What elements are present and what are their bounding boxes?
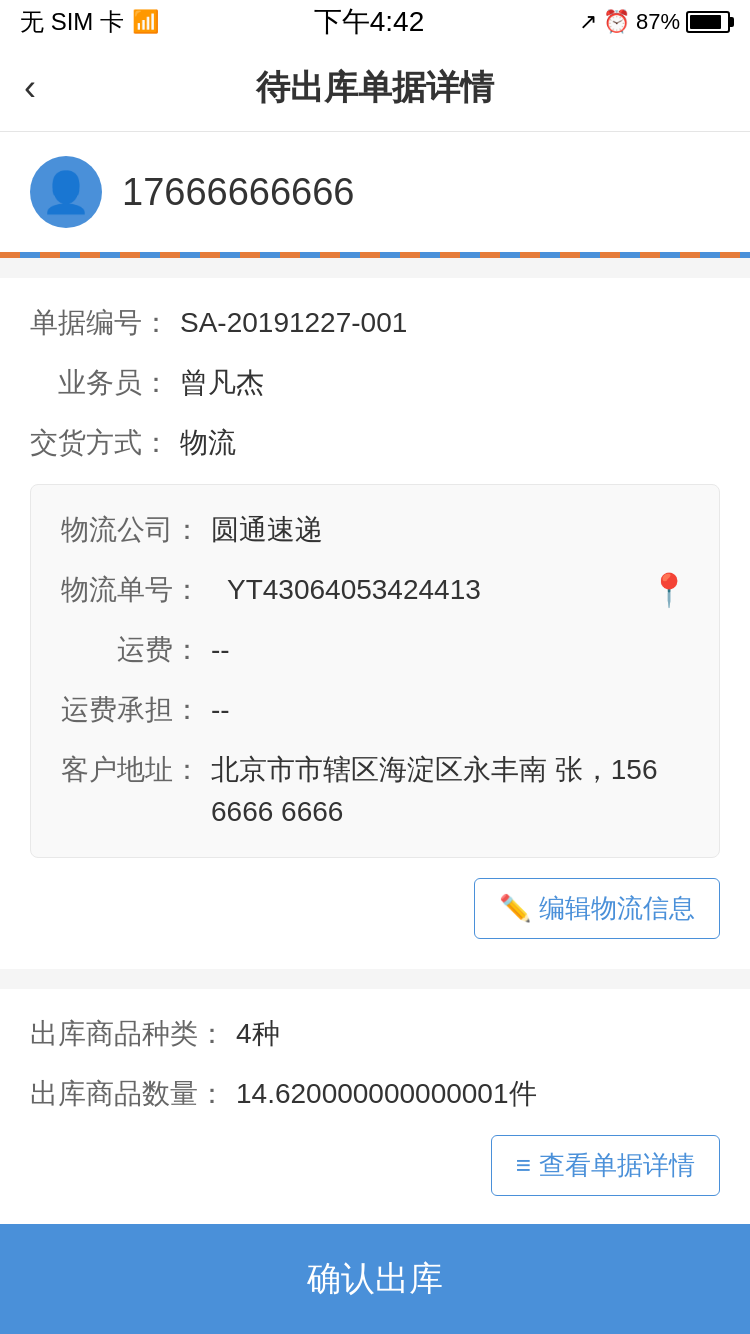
- freight-label: 运费：: [61, 629, 201, 671]
- location-pin-icon[interactable]: 📍: [649, 571, 689, 609]
- view-details-label: 查看单据详情: [539, 1148, 695, 1183]
- dashed-divider: [0, 252, 750, 258]
- status-time: 下午4:42: [314, 3, 425, 41]
- freight-bear-row: 运费承担： --: [61, 689, 689, 731]
- edit-logistics-btn-row: ✏️ 编辑物流信息: [30, 878, 720, 939]
- status-left: 无 SIM 卡 📶: [20, 6, 159, 38]
- page-title: 待出库单据详情: [256, 65, 494, 111]
- address-row: 客户地址： 北京市市辖区海淀区永丰南 张，156 6666 6666: [61, 749, 689, 833]
- salesperson-label: 业务员：: [30, 362, 170, 404]
- goods-type-value: 4种: [236, 1013, 720, 1055]
- delivery-label: 交货方式：: [30, 422, 170, 464]
- logistics-company-row: 物流公司： 圆通速递: [61, 509, 689, 551]
- logistics-number-label: 物流单号：: [61, 569, 201, 611]
- edit-logistics-button[interactable]: ✏️ 编辑物流信息: [474, 878, 720, 939]
- battery-percent: 87%: [636, 9, 680, 35]
- order-number-row: 单据编号： SA-20191227-001: [30, 302, 720, 344]
- content-area: 👤 17666666666 单据编号： SA-20191227-001 业务员：…: [0, 132, 750, 1334]
- view-details-btn-row: ≡ 查看单据详情: [30, 1135, 720, 1196]
- goods-quantity-row: 出库商品数量： 14.620000000000001件: [30, 1073, 720, 1115]
- view-details-icon: ≡: [516, 1150, 531, 1181]
- logistics-company-value: 圆通速递: [211, 509, 689, 551]
- goods-section: 出库商品种类： 4种 出库商品数量： 14.620000000000001件 ≡…: [0, 989, 750, 1226]
- delivery-row: 交货方式： 物流: [30, 422, 720, 464]
- edit-icon: ✏️: [499, 893, 531, 924]
- carrier-label: 无 SIM 卡: [20, 6, 124, 38]
- logistics-number-row: 物流单号： YT43064053424413 📍: [61, 569, 689, 611]
- avatar-icon: 👤: [41, 169, 91, 216]
- customer-header: 👤 17666666666: [0, 132, 750, 252]
- address-label: 客户地址：: [61, 749, 201, 791]
- address-value: 北京市市辖区海淀区永丰南 张，156 6666 6666: [211, 749, 689, 833]
- view-details-button[interactable]: ≡ 查看单据详情: [491, 1135, 720, 1196]
- goods-type-label: 出库商品种类：: [30, 1013, 226, 1055]
- goods-quantity-value: 14.620000000000001件: [236, 1073, 720, 1115]
- freight-value: --: [211, 629, 689, 671]
- alarm-icon: ⏰: [603, 9, 630, 35]
- goods-type-row: 出库商品种类： 4种: [30, 1013, 720, 1055]
- avatar: 👤: [30, 156, 102, 228]
- salesperson-value: 曾凡杰: [180, 362, 720, 404]
- delivery-value: 物流: [180, 422, 720, 464]
- customer-phone: 17666666666: [122, 171, 354, 214]
- order-number-label: 单据编号：: [30, 302, 170, 344]
- status-bar: 无 SIM 卡 📶 下午4:42 ↗ ⏰ 87%: [0, 0, 750, 44]
- freight-bear-label: 运费承担：: [61, 689, 201, 731]
- order-info-section: 单据编号： SA-20191227-001 业务员： 曾凡杰 交货方式： 物流 …: [0, 278, 750, 969]
- logistics-card: 物流公司： 圆通速递 物流单号： YT43064053424413 📍 运费： …: [30, 484, 720, 858]
- nav-bar: ‹ 待出库单据详情: [0, 44, 750, 132]
- wifi-icon: 📶: [132, 9, 159, 35]
- edit-logistics-label: 编辑物流信息: [539, 891, 695, 926]
- salesperson-row: 业务员： 曾凡杰: [30, 362, 720, 404]
- freight-bear-value: --: [211, 689, 689, 731]
- location-status-icon: ↗: [579, 9, 597, 35]
- confirm-button-label: 确认出库: [307, 1256, 443, 1302]
- status-right: ↗ ⏰ 87%: [579, 9, 730, 35]
- order-number-value: SA-20191227-001: [180, 302, 720, 344]
- confirm-bar[interactable]: 确认出库: [0, 1224, 750, 1334]
- goods-quantity-label: 出库商品数量：: [30, 1073, 226, 1115]
- logistics-number-value: YT43064053424413: [227, 569, 633, 611]
- freight-row: 运费： --: [61, 629, 689, 671]
- back-button[interactable]: ‹: [24, 67, 36, 109]
- battery-icon: [686, 11, 730, 33]
- logistics-company-label: 物流公司：: [61, 509, 201, 551]
